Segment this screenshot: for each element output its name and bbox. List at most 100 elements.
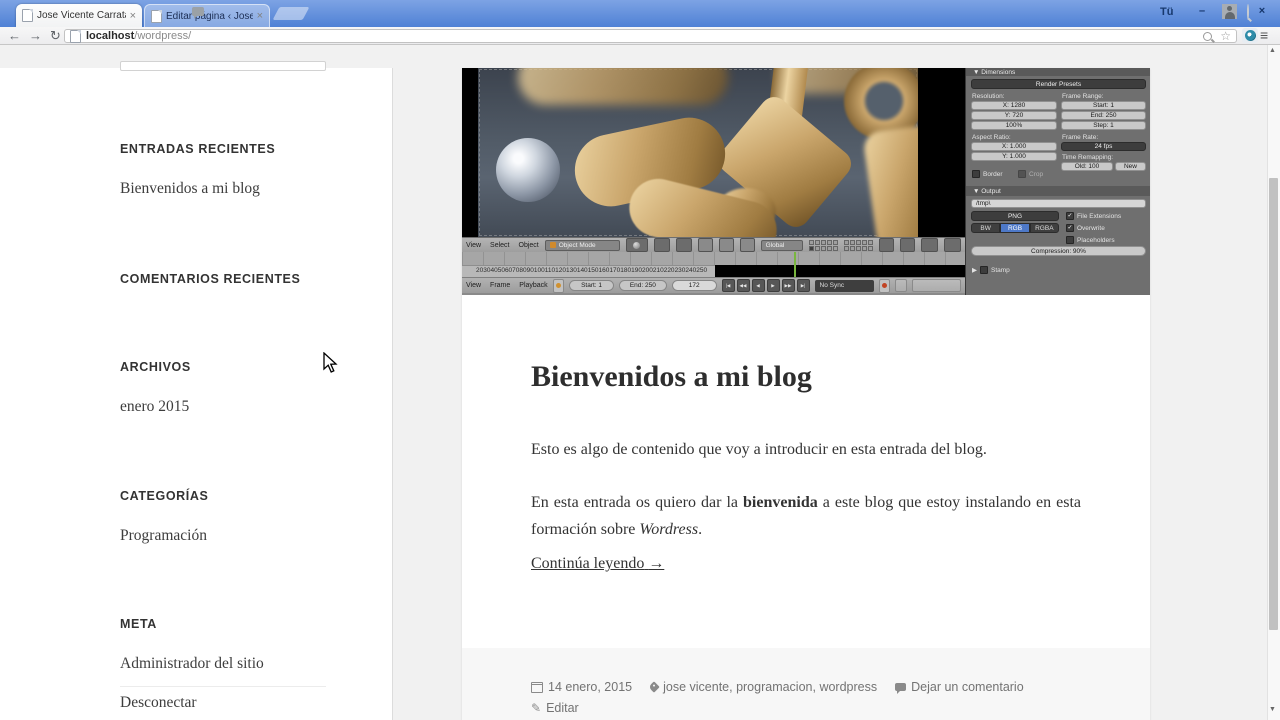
frame-end-setting[interactable]: End: 250 (1061, 111, 1146, 120)
dimensions-section-header[interactable]: ▼ Dimensions (966, 68, 1150, 76)
new-tab-button[interactable] (272, 7, 310, 20)
post-edit-link[interactable]: ✎ Editar (531, 701, 579, 715)
timeline-menu-item[interactable]: Playback (519, 282, 547, 289)
manipulator-scale-icon[interactable] (739, 238, 755, 252)
window-minimize-button[interactable]: – (1190, 3, 1214, 19)
scrollbar-down-arrow[interactable]: ▼ (1269, 706, 1276, 713)
playback-button[interactable]: ◀◀ (736, 279, 750, 292)
admin-search-button[interactable] (1247, 3, 1249, 20)
browser-extension-button[interactable] (1242, 28, 1258, 43)
keying-set-field[interactable] (895, 279, 907, 292)
post-title[interactable]: Bienvenidos a mi blog (531, 360, 812, 394)
orientation-dropdown[interactable]: Global (760, 239, 803, 251)
tab-close-icon[interactable]: × (257, 11, 263, 22)
resolution-y-field[interactable]: Y: 720 (971, 111, 1057, 120)
render-anim-button[interactable] (944, 238, 961, 252)
aspect-y-field[interactable]: Y: 1.000 (971, 152, 1057, 161)
viewport-menu-item[interactable]: Select (490, 242, 509, 249)
render-presets-dropdown[interactable]: Render Presets (971, 79, 1146, 89)
time-remapping-label: Time Remapping: (1062, 154, 1114, 161)
playback-button[interactable]: ▶ (766, 279, 780, 292)
playback-button[interactable]: |◀ (721, 279, 735, 292)
time-icon-button[interactable] (552, 278, 565, 293)
layers-grid[interactable] (809, 239, 838, 251)
file-format-dropdown[interactable]: PNG (971, 211, 1059, 221)
viewport-menu-item[interactable]: Object (519, 242, 539, 249)
overwrite-checkbox[interactable]: ✓ Overwrite (1066, 224, 1105, 232)
output-section-header[interactable]: ▼ Output (966, 186, 1150, 196)
sidebar-link[interactable]: Bienvenidos a mi blog (120, 180, 326, 198)
sidebar-link[interactable]: enero 2015 (120, 398, 326, 416)
browser-menu-button[interactable]: ≡ (1260, 28, 1268, 43)
sidebar-link[interactable]: Administrador del sitio (120, 655, 326, 687)
border-checkbox[interactable]: Border (972, 170, 1003, 178)
playback-button[interactable]: ▶▶ (781, 279, 795, 292)
lock-icon-button[interactable] (879, 238, 894, 252)
resolution-x-field[interactable]: X: 1280 (971, 101, 1057, 110)
layers-grid[interactable] (844, 239, 873, 251)
manipulator-rotate-icon[interactable] (718, 238, 734, 252)
snap-icon-button[interactable] (900, 238, 915, 252)
playback-button[interactable]: ▶| (796, 279, 810, 292)
resolution-percent-field[interactable]: 100% (971, 121, 1057, 130)
remap-new-field[interactable]: New (1115, 162, 1146, 171)
rgb-button[interactable]: RGB (1000, 223, 1030, 233)
address-bar[interactable]: localhost/wordpress/ ☆ (64, 29, 1237, 43)
scrollbar-thumb[interactable] (1269, 178, 1278, 630)
rgba-button[interactable]: RGBA (1029, 223, 1059, 233)
browser-tab-inactive[interactable]: Editar página ‹ Jose Vicente × (144, 4, 270, 27)
remap-old-field[interactable]: Old: 100 (1061, 162, 1113, 171)
viewport-icon-button[interactable] (653, 238, 670, 252)
frame-step-setting[interactable]: Step: 1 (1061, 121, 1146, 130)
viewport-menu-item[interactable]: View (466, 242, 481, 249)
read-more-link[interactable]: Continúa leyendo → (531, 555, 664, 573)
timeline-menu-item[interactable]: View (466, 282, 481, 289)
manipulator-translate-icon[interactable] (697, 238, 713, 252)
sidebar-link[interactable]: Desconectar (120, 694, 326, 720)
timeline-playhead[interactable] (794, 252, 796, 277)
viewport-icon-button[interactable] (675, 238, 692, 252)
post-comments-link[interactable]: Dejar un comentario (895, 680, 1024, 694)
featured-image[interactable]: View Select Object Object Mode Global 20… (462, 68, 1150, 295)
tab-close-icon[interactable]: × (130, 10, 136, 21)
zoom-icon[interactable] (1203, 31, 1213, 41)
orientation-label: Global (765, 241, 785, 249)
window-close-button[interactable]: × (1250, 3, 1274, 19)
post-tags[interactable]: jose vicente, programacion, wordpress (648, 680, 877, 694)
sidebar-search-input[interactable] (120, 61, 326, 71)
reload-button[interactable]: ↻ (50, 28, 61, 44)
render-image-button[interactable] (921, 238, 938, 252)
sidebar-link[interactable]: Programación (120, 527, 326, 545)
frame-start-field[interactable]: Start: 1 (569, 280, 614, 291)
object-mode-dropdown[interactable]: Object Mode (544, 239, 620, 251)
timeline-menu-item[interactable]: Frame (490, 282, 510, 289)
keying-set-field[interactable] (911, 279, 962, 292)
forward-button[interactable]: → (29, 28, 42, 44)
placeholders-checkbox[interactable]: Placeholders (1066, 236, 1115, 244)
compression-slider[interactable]: Compression: 90% (971, 246, 1146, 256)
output-path-field[interactable]: /tmp\ (971, 199, 1146, 208)
record-button[interactable] (878, 278, 891, 293)
current-frame-field[interactable]: 172 (671, 280, 717, 291)
viewport-shading-button[interactable] (625, 238, 648, 252)
widget-title: ENTRADAS RECIENTES (120, 142, 276, 156)
user-avatar[interactable] (1222, 4, 1237, 19)
widget-categories: CATEGORÍAS Programación (120, 489, 326, 552)
browser-tab-active[interactable]: Jose Vicente Carratala | Otr × (16, 4, 142, 27)
frame-start-setting[interactable]: Start: 1 (1061, 101, 1146, 110)
playback-button[interactable]: ◀ (751, 279, 765, 292)
frame-end-field[interactable]: End: 250 (618, 280, 667, 291)
checkbox-icon (1018, 170, 1026, 178)
file-extensions-checkbox[interactable]: ✓ File Extensions (1066, 212, 1121, 220)
aspect-x-field[interactable]: X: 1.000 (971, 142, 1057, 151)
crop-checkbox[interactable]: Crop (1018, 170, 1043, 178)
stamp-section-header[interactable]: ▶ Stamp (972, 266, 1010, 274)
back-button[interactable]: ← (8, 28, 21, 44)
bw-button[interactable]: BW (971, 223, 1001, 233)
post-date[interactable]: 14 enero, 2015 (531, 680, 632, 694)
scrollbar-up-arrow[interactable]: ▲ (1269, 47, 1276, 54)
timeline-keyframe-strip[interactable] (462, 252, 965, 265)
fps-dropdown[interactable]: 24 fps (1061, 142, 1146, 151)
sync-dropdown[interactable]: No Sync (814, 279, 874, 292)
bookmark-star-icon[interactable]: ☆ (1220, 30, 1231, 42)
